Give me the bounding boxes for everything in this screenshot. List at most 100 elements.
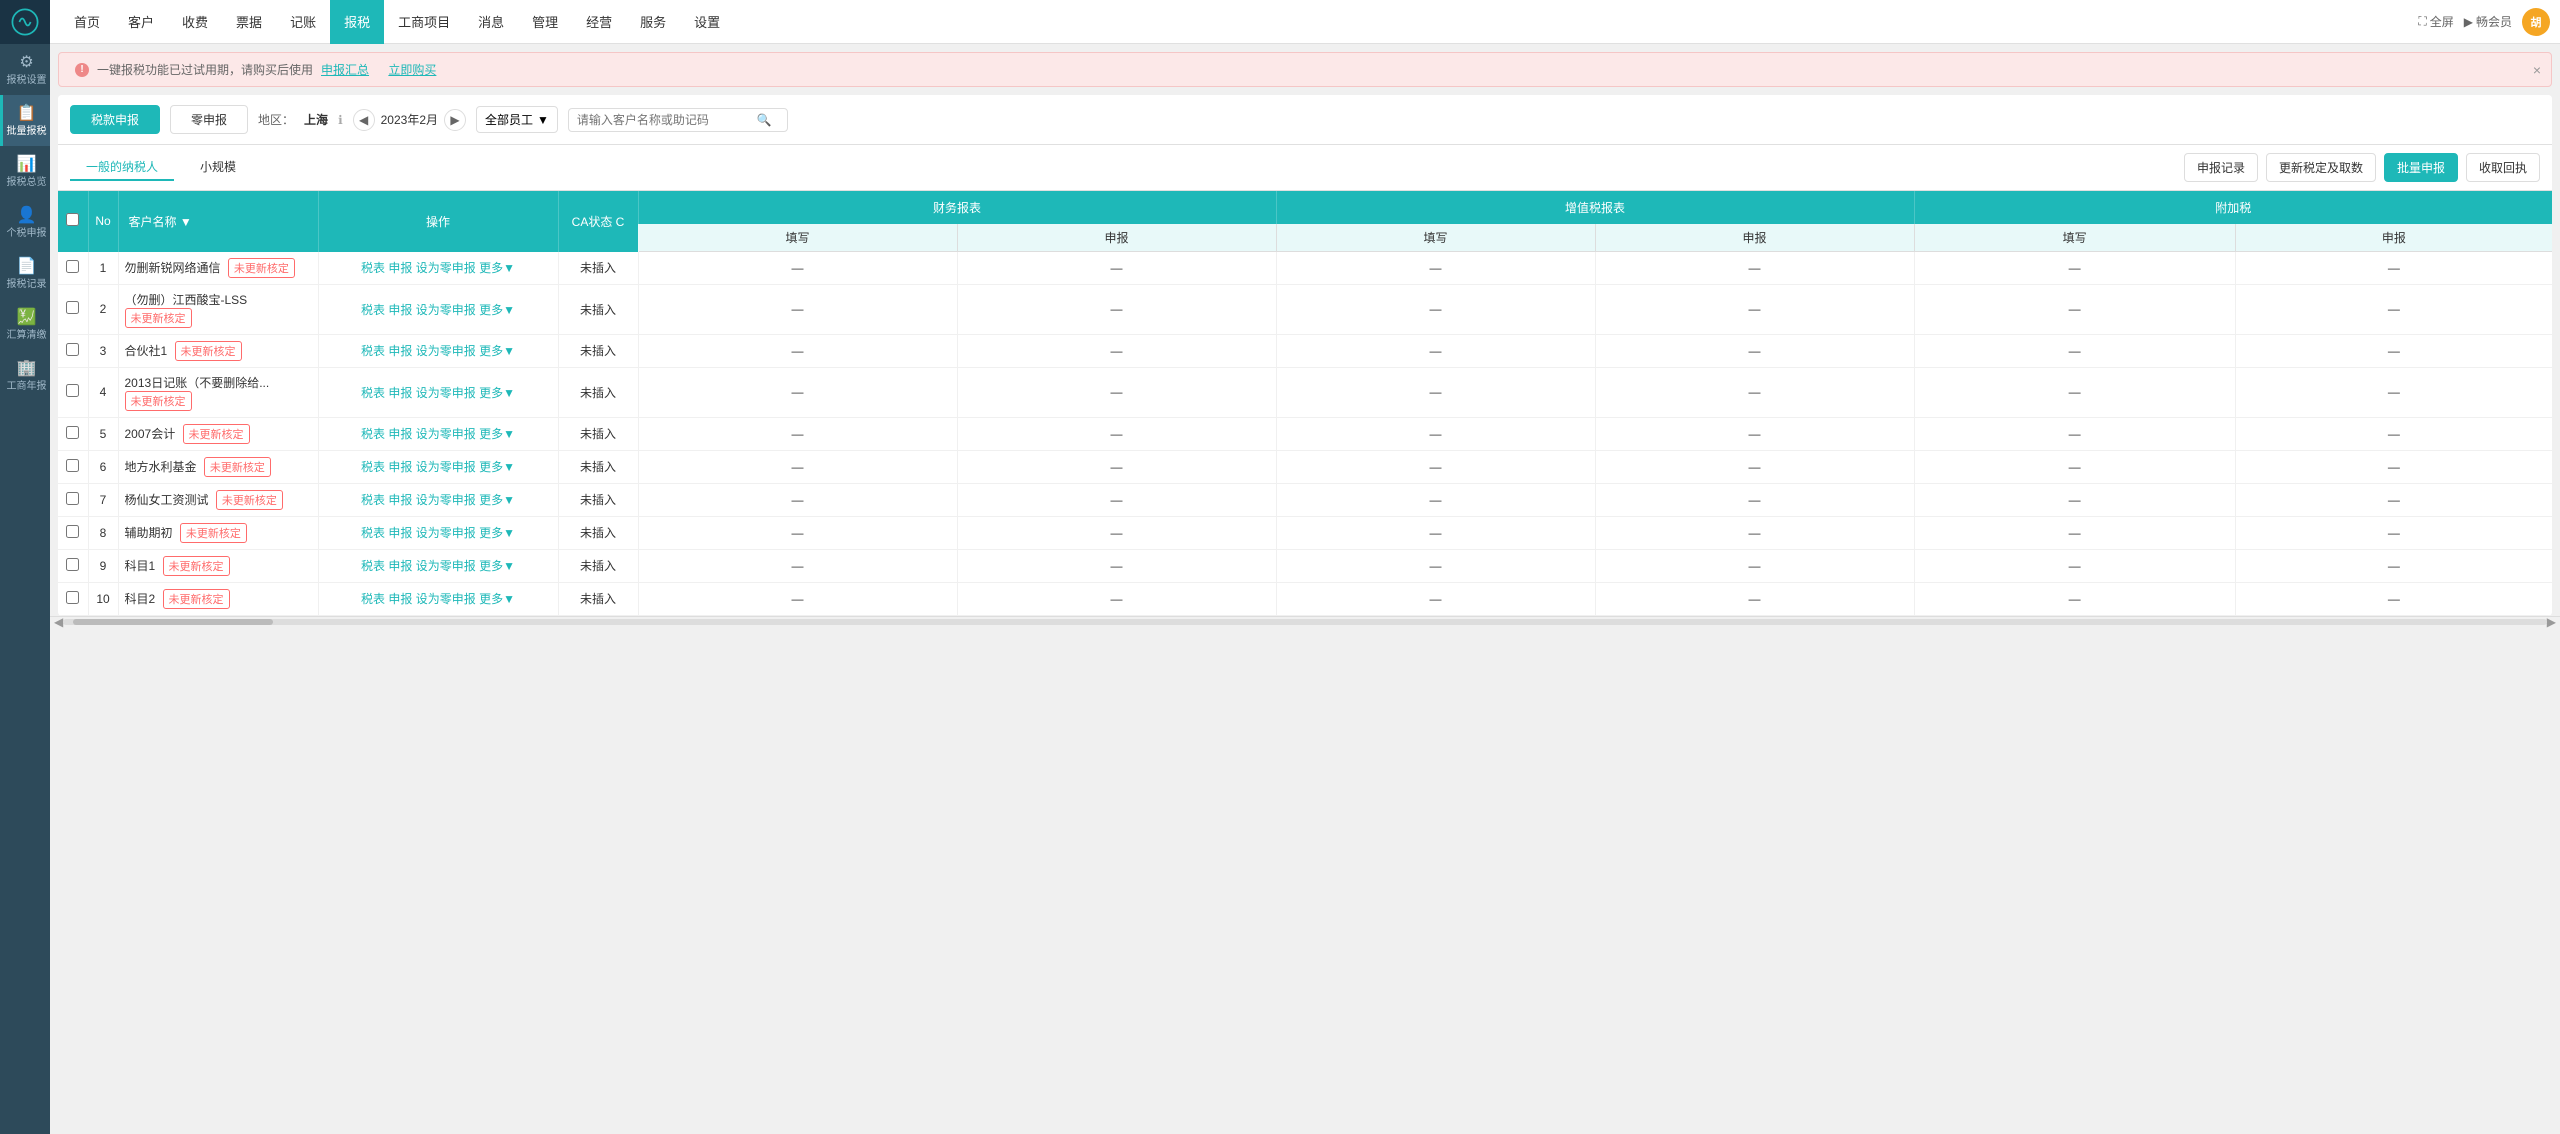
- row-select-checkbox-0[interactable]: [66, 260, 79, 273]
- row-select-checkbox-1[interactable]: [66, 301, 79, 314]
- op-zero-2[interactable]: 设为零申报: [416, 344, 476, 358]
- op-declare-2[interactable]: 申报: [388, 344, 412, 358]
- op-more-6[interactable]: 更多▼: [479, 493, 515, 507]
- tab-general-taxpayer[interactable]: 一般的纳税人: [70, 154, 174, 181]
- scroll-left-arrow[interactable]: ◀: [54, 615, 63, 629]
- sidebar-item-zonlan[interactable]: 📊 报税总览: [0, 146, 50, 197]
- record-button[interactable]: 申报记录: [2184, 153, 2258, 182]
- row-select-checkbox-9[interactable]: [66, 591, 79, 604]
- notice-link-buy[interactable]: 立即购买: [388, 61, 436, 78]
- nav-manage[interactable]: 管理: [518, 0, 572, 44]
- sort-icon[interactable]: ▼: [180, 215, 192, 229]
- table-row: 6 地方水利基金 未更新核定 税表 申报 设为零申报 更多▼ 未插入 — — —…: [58, 450, 2552, 483]
- op-more-5[interactable]: 更多▼: [479, 460, 515, 474]
- notice-close-button[interactable]: ×: [2533, 62, 2541, 78]
- op-taxform-0[interactable]: 税表: [361, 261, 385, 275]
- tax-fill-header: 填写: [1276, 224, 1595, 252]
- sidebar-item-geshui[interactable]: 👤 个税申报: [0, 197, 50, 248]
- date-prev-button[interactable]: ◀: [353, 109, 375, 131]
- withdraw-button[interactable]: 收取回执: [2466, 153, 2540, 182]
- op-declare-0[interactable]: 申报: [388, 261, 412, 275]
- op-taxform-4[interactable]: 税表: [361, 427, 385, 441]
- scrollbar-thumb[interactable]: [73, 619, 273, 625]
- op-declare-7[interactable]: 申报: [388, 526, 412, 540]
- op-more-0[interactable]: 更多▼: [479, 261, 515, 275]
- member-button[interactable]: ▶ 畅会员: [2464, 13, 2512, 30]
- region-info-icon[interactable]: ℹ: [338, 113, 343, 127]
- nav-service[interactable]: 服务: [626, 0, 680, 44]
- tab-tax-declaration[interactable]: 税款申报: [70, 105, 160, 134]
- op-taxform-8[interactable]: 税表: [361, 559, 385, 573]
- sidebar-item-baoshuishezhi[interactable]: ⚙ 报税设置: [0, 44, 50, 95]
- select-all-checkbox[interactable]: [66, 213, 79, 226]
- op-taxform-3[interactable]: 税表: [361, 386, 385, 400]
- row-select-checkbox-7[interactable]: [66, 525, 79, 538]
- row-select-checkbox-6[interactable]: [66, 492, 79, 505]
- row-select-checkbox-2[interactable]: [66, 343, 79, 356]
- op-declare-8[interactable]: 申报: [388, 559, 412, 573]
- fullscreen-button[interactable]: ⛶ 全屏: [2418, 13, 2453, 30]
- op-more-9[interactable]: 更多▼: [479, 592, 515, 606]
- op-taxform-2[interactable]: 税表: [361, 344, 385, 358]
- tab-small-scale[interactable]: 小规模: [184, 154, 252, 181]
- op-more-4[interactable]: 更多▼: [479, 427, 515, 441]
- nav-bookkeeping[interactable]: 记账: [276, 0, 330, 44]
- row-select-checkbox-8[interactable]: [66, 558, 79, 571]
- department-select[interactable]: 全部员工 ▼: [476, 106, 558, 133]
- sidebar-item-huisuan[interactable]: 💹 汇算清缴: [0, 299, 50, 350]
- row-select-checkbox-5[interactable]: [66, 459, 79, 472]
- nav-message[interactable]: 消息: [464, 0, 518, 44]
- avatar[interactable]: 胡: [2522, 8, 2550, 36]
- op-declare-9[interactable]: 申报: [388, 592, 412, 606]
- row-no-8: 9: [88, 549, 118, 582]
- op-declare-6[interactable]: 申报: [388, 493, 412, 507]
- op-zero-6[interactable]: 设为零申报: [416, 493, 476, 507]
- row-select-checkbox-3[interactable]: [66, 384, 79, 397]
- search-input[interactable]: [577, 113, 757, 127]
- op-zero-5[interactable]: 设为零申报: [416, 460, 476, 474]
- op-more-8[interactable]: 更多▼: [479, 559, 515, 573]
- op-taxform-9[interactable]: 税表: [361, 592, 385, 606]
- op-zero-1[interactable]: 设为零申报: [416, 303, 476, 317]
- op-declare-1[interactable]: 申报: [388, 303, 412, 317]
- op-more-2[interactable]: 更多▼: [479, 344, 515, 358]
- nav-home[interactable]: 首页: [60, 0, 114, 44]
- op-zero-8[interactable]: 设为零申报: [416, 559, 476, 573]
- op-zero-9[interactable]: 设为零申报: [416, 592, 476, 606]
- op-taxform-6[interactable]: 税表: [361, 493, 385, 507]
- nav-billing[interactable]: 收费: [168, 0, 222, 44]
- sidebar-item-piliang[interactable]: 📋 批量报税: [0, 95, 50, 146]
- op-taxform-5[interactable]: 税表: [361, 460, 385, 474]
- sidebar-item-gongshang[interactable]: 🏢 工商年报: [0, 350, 50, 401]
- row-select-checkbox-4[interactable]: [66, 426, 79, 439]
- op-more-7[interactable]: 更多▼: [479, 526, 515, 540]
- op-taxform-1[interactable]: 税表: [361, 303, 385, 317]
- date-next-button[interactable]: ▶: [444, 109, 466, 131]
- row-checkbox-9: [58, 582, 88, 615]
- update-button[interactable]: 更新税定及取数: [2266, 153, 2376, 182]
- nav-invoice[interactable]: 票据: [222, 0, 276, 44]
- nav-tax[interactable]: 报税: [330, 0, 384, 44]
- op-declare-4[interactable]: 申报: [388, 427, 412, 441]
- op-zero-0[interactable]: 设为零申报: [416, 261, 476, 275]
- batch-declare-button[interactable]: 批量申报: [2384, 153, 2458, 182]
- op-more-3[interactable]: 更多▼: [479, 386, 515, 400]
- tab-zero-declaration[interactable]: 零申报: [170, 105, 248, 134]
- nav-settings[interactable]: 设置: [680, 0, 734, 44]
- op-taxform-7[interactable]: 税表: [361, 526, 385, 540]
- op-zero-7[interactable]: 设为零申报: [416, 526, 476, 540]
- notice-link-record[interactable]: 申报汇总: [321, 61, 369, 78]
- sidebar-item-jilu[interactable]: 📄 报税记录: [0, 248, 50, 299]
- scroll-right-arrow[interactable]: ▶: [2547, 615, 2556, 629]
- op-zero-3[interactable]: 设为零申报: [416, 386, 476, 400]
- horizontal-scrollbar[interactable]: ◀ ▶: [50, 616, 2560, 628]
- nav-operation[interactable]: 经营: [572, 0, 626, 44]
- op-declare-3[interactable]: 申报: [388, 386, 412, 400]
- op-zero-4[interactable]: 设为零申报: [416, 427, 476, 441]
- search-icon[interactable]: 🔍: [757, 113, 772, 127]
- row-add-fill-1: —: [1914, 284, 2235, 334]
- op-more-1[interactable]: 更多▼: [479, 303, 515, 317]
- nav-customer[interactable]: 客户: [114, 0, 168, 44]
- op-declare-5[interactable]: 申报: [388, 460, 412, 474]
- nav-commerce[interactable]: 工商项目: [384, 0, 464, 44]
